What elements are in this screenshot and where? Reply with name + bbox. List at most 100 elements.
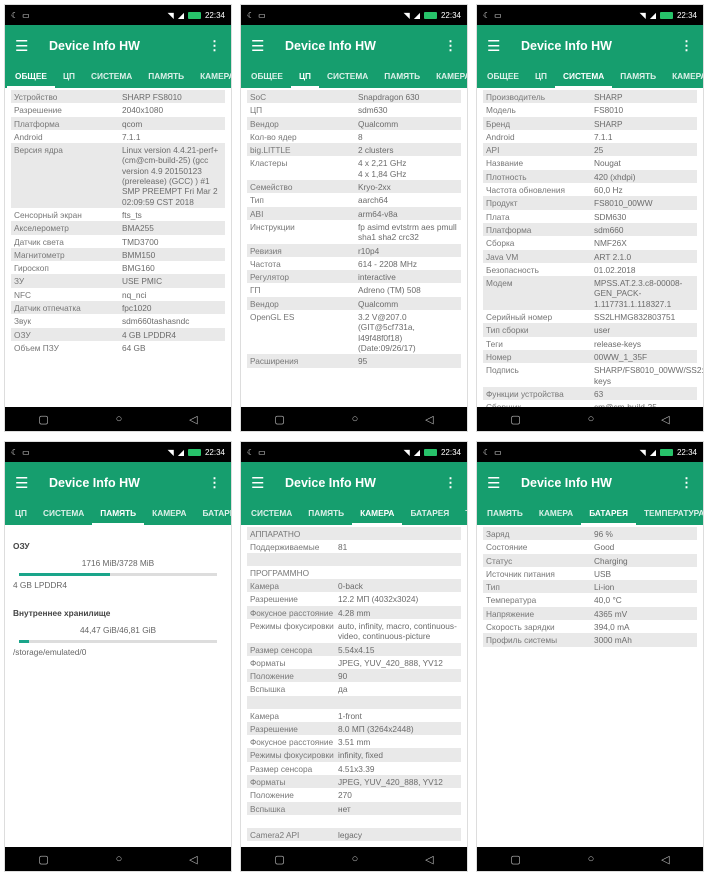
tab[interactable]: БАТАРЕЯ: [581, 504, 636, 525]
tab[interactable]: ПАМЯТЬ: [376, 67, 428, 88]
status-time: 22:34: [676, 447, 697, 457]
home-button[interactable]: ○: [588, 413, 595, 425]
tab[interactable]: ПАМЯТЬ: [612, 67, 664, 88]
more-vert-icon[interactable]: ⋮: [680, 38, 693, 54]
phone-screen: ☾ ▭ ◥ ◢ 22:34 ☰ Device Info HW ⋮ ОБЩЕЕ ЦП СИСТЕМА П…: [4, 4, 232, 432]
back-button[interactable]: ◁: [661, 853, 669, 866]
navigation-bar: ▢ ○ ◁: [477, 847, 703, 871]
hamburger-icon[interactable]: ☰: [15, 37, 41, 55]
info-row: Camera2 API legacy: [247, 827, 461, 842]
back-button[interactable]: ◁: [661, 413, 669, 426]
tab[interactable]: ПАМЯТЬ: [140, 67, 192, 88]
recents-button[interactable]: ▢: [38, 853, 48, 866]
row-value: BMM150: [122, 249, 156, 260]
tab[interactable]: КАМЕРА: [428, 67, 467, 88]
row-label: Тип: [486, 582, 500, 593]
image-icon: ▭: [494, 10, 502, 20]
more-vert-icon[interactable]: ⋮: [680, 475, 693, 491]
tab[interactable]: СИСТЕМА: [35, 504, 92, 525]
row-value: Qualcomm: [358, 118, 399, 129]
back-button[interactable]: ◁: [425, 413, 433, 426]
tab[interactable]: ПАМЯТЬ: [479, 504, 531, 525]
tab[interactable]: ОБЩЕЕ: [243, 67, 291, 88]
tab-bar[interactable]: ЦПСИСТЕМАПАМЯТЬКАМЕРАБАТАРЕЯ: [5, 504, 231, 525]
tab-bar[interactable]: СИСТЕМАПАМЯТЬКАМЕРАБАТАРЕЯТЕМПЕРАТ: [241, 504, 467, 525]
app-title: Device Info HW: [521, 476, 612, 490]
row-value: sdm660tashasndc: [122, 316, 190, 327]
row-label: Заряд: [486, 529, 510, 539]
tab[interactable]: ЦП: [290, 67, 319, 88]
hamburger-icon[interactable]: ☰: [15, 474, 41, 492]
row-value: SDM630: [594, 211, 627, 222]
row-value: MPSS.AT.2.3.c8-00008-GEN_PACK-1.117731.1…: [594, 278, 683, 309]
tab[interactable]: БАТАРЕЯ: [402, 504, 457, 525]
tab[interactable]: КАМЕРА: [664, 67, 703, 88]
tab[interactable]: СИСТЕМА: [243, 504, 300, 525]
tab[interactable]: КАМЕРА: [192, 67, 231, 88]
info-row: ЦП sdm630: [247, 103, 461, 116]
tab[interactable]: СИСТЕМА: [83, 67, 140, 88]
tab[interactable]: ОБЩЕЕ: [479, 67, 527, 88]
row-value: arm64-v8a: [358, 208, 398, 219]
home-button[interactable]: ○: [352, 413, 359, 425]
status-time: 22:34: [440, 10, 461, 20]
back-button[interactable]: ◁: [189, 853, 197, 866]
tab[interactable]: ТЕМПЕРАТУРА: [636, 504, 703, 525]
row-value: USB: [594, 568, 612, 579]
status-bar: ☾ ▭ ◥ ◢ 22:34: [241, 5, 467, 25]
recents-button[interactable]: ▢: [510, 413, 520, 426]
recents-button[interactable]: ▢: [274, 413, 284, 426]
tab-bar[interactable]: ОБЩЕЕ ЦП СИСТЕМА ПАМЯТЬ КАМЕРА: [241, 67, 467, 88]
tab[interactable]: ОБЩЕЕ: [7, 67, 55, 88]
recents-button[interactable]: ▢: [510, 853, 520, 866]
row-value: 394,0 mA: [594, 622, 630, 633]
tab[interactable]: СИСТЕМА: [319, 67, 376, 88]
recents-button[interactable]: ▢: [38, 413, 48, 426]
more-vert-icon[interactable]: ⋮: [444, 475, 457, 491]
more-vert-icon[interactable]: ⋮: [208, 475, 221, 491]
tab[interactable]: ЦП: [527, 67, 555, 88]
tab[interactable]: ЦП: [7, 504, 35, 525]
row-value: interactive: [358, 272, 396, 283]
tab-bar[interactable]: ОБЩЕЕ ЦП СИСТЕМА ПАМЯТЬ КАМЕРА: [477, 67, 703, 88]
home-button[interactable]: ○: [116, 853, 123, 865]
tab[interactable]: СИСТЕМА: [554, 67, 613, 88]
tab[interactable]: ЦП: [55, 67, 83, 88]
status-right: ◥ ◢ 22:34: [640, 448, 697, 457]
tab[interactable]: КАМЕРА: [352, 504, 403, 525]
hamburger-icon[interactable]: ☰: [487, 37, 513, 55]
row-value: 5.54x4.15: [338, 644, 375, 655]
row-value: Qualcomm: [358, 298, 399, 309]
hamburger-icon[interactable]: ☰: [251, 474, 277, 492]
tab-bar[interactable]: ОБЩЕЕ ЦП СИСТЕМА ПАМЯТЬ КАМЕРА: [5, 67, 231, 88]
status-right: ◥ ◢ 22:34: [168, 448, 225, 457]
row-label: Тип: [250, 195, 264, 206]
phone-screen: ☾ ▭ ◥ ◢ 22:34 ☰ Device Info HW ⋮ ЦП СИСТЕМА ПАМЯТЬ…: [4, 441, 232, 872]
back-button[interactable]: ◁: [189, 413, 197, 426]
tab[interactable]: ПАМЯТЬ: [300, 504, 352, 525]
row-value: Adreno (TM) 508: [358, 285, 421, 296]
more-vert-icon[interactable]: ⋮: [444, 38, 457, 54]
tab[interactable]: КАМЕРА: [144, 504, 194, 525]
tab[interactable]: ТЕМПЕРАТ: [457, 504, 467, 525]
signal-icon: ◢: [177, 10, 184, 20]
tab-bar[interactable]: ПАМЯТЬКАМЕРАБАТАРЕЯТЕМПЕРАТУРАДАТ: [477, 504, 703, 525]
tab[interactable]: БАТАРЕЯ: [194, 504, 231, 525]
back-button[interactable]: ◁: [425, 853, 433, 866]
home-button[interactable]: ○: [116, 413, 123, 425]
info-row: Теги release-keys: [483, 337, 697, 350]
row-label: Теги: [486, 338, 503, 349]
row-label: NFC: [14, 289, 32, 300]
tab[interactable]: КАМЕРА: [531, 504, 581, 525]
home-button[interactable]: ○: [588, 853, 595, 865]
info-row: ПРОГРАММНО: [247, 566, 461, 579]
row-label: Звук: [14, 316, 32, 327]
recents-button[interactable]: ▢: [274, 853, 284, 866]
hamburger-icon[interactable]: ☰: [251, 37, 277, 55]
hamburger-icon[interactable]: ☰: [487, 474, 513, 492]
battery-icon: [659, 11, 673, 19]
more-vert-icon[interactable]: ⋮: [208, 38, 221, 54]
home-button[interactable]: ○: [352, 853, 359, 865]
tab[interactable]: ПАМЯТЬ: [92, 504, 145, 525]
info-row: Размер сенсора 5.54x4.15: [247, 642, 461, 656]
